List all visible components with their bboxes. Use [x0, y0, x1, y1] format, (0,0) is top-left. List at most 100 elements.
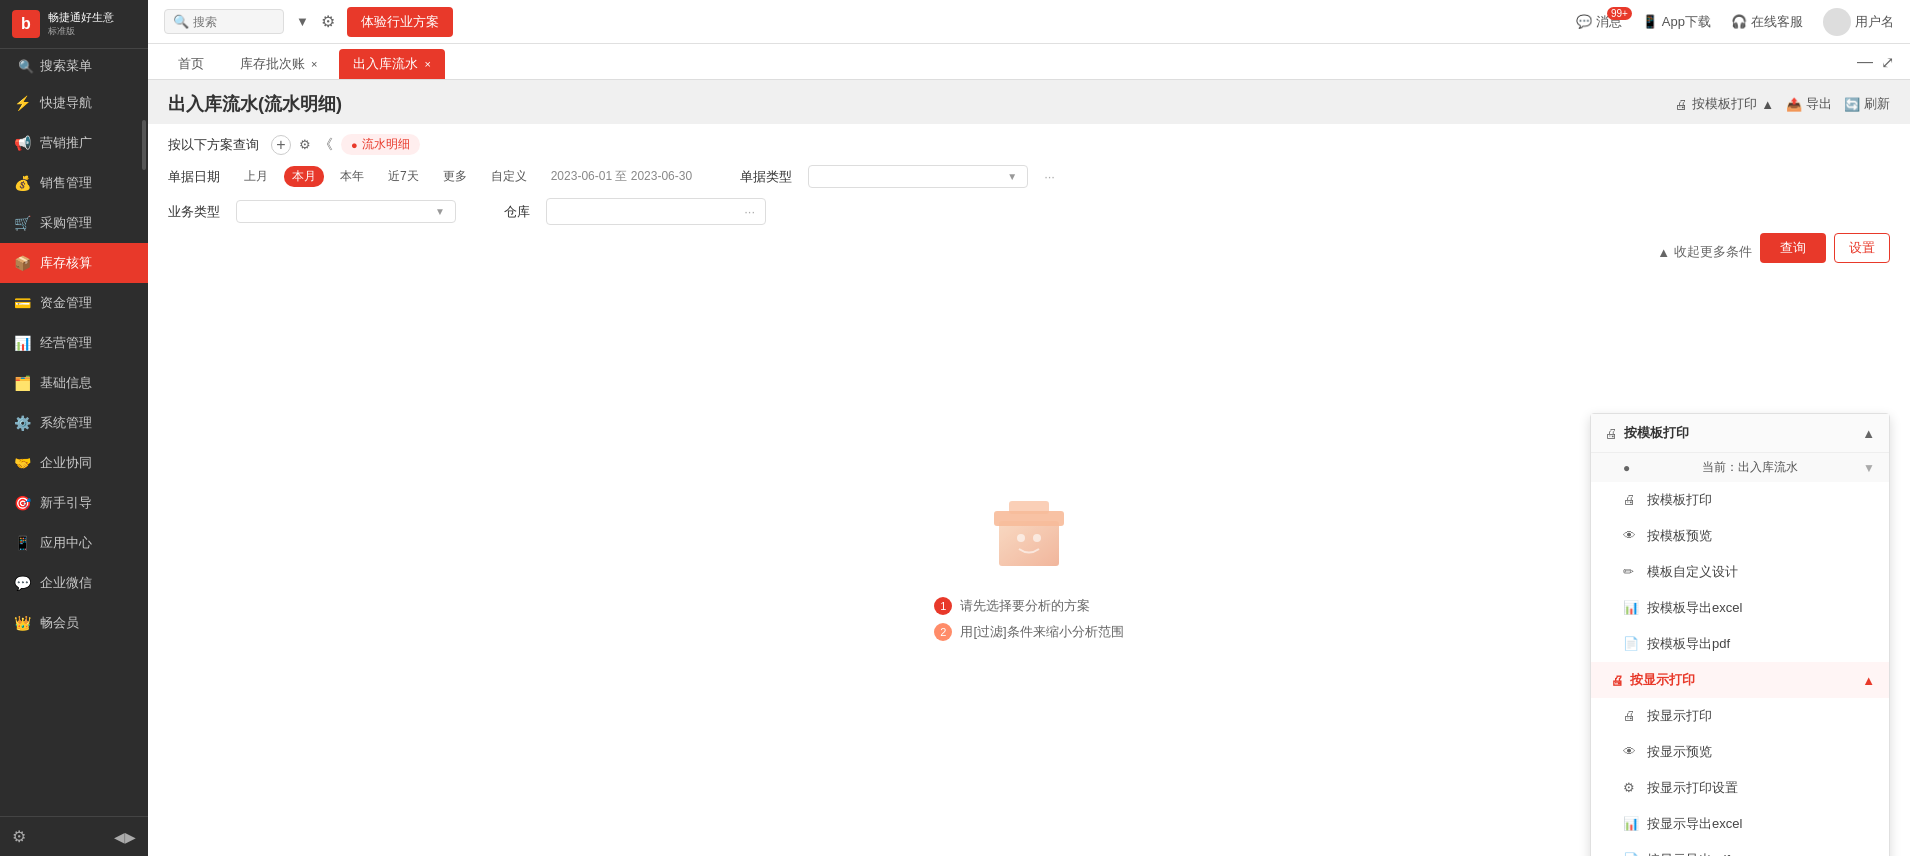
top-bar: 🔍 ▼ ⚙ 体验行业方案 💬 消息 99+ 📱 App下载 🎧: [148, 0, 1910, 44]
sidebar-item-system[interactable]: ⚙️ 系统管理: [0, 403, 148, 443]
filter-section: 按以下方案查询 + ⚙ 《 ● 流水明细 单据日期 上月 本月 本年: [148, 124, 1910, 273]
logo-icon: b: [12, 10, 40, 38]
tab-inventory-batch[interactable]: 库存批次账 ×: [226, 49, 331, 79]
empty-step-1: 1 请先选择要分析的方案: [934, 597, 1123, 615]
dropdown-item-template-excel[interactable]: 📊 按模板导出excel: [1591, 590, 1889, 626]
tab-stock-flow[interactable]: 出入库流水 ×: [339, 49, 444, 79]
setup-button[interactable]: 设置: [1834, 233, 1890, 263]
sidebar-item-inventory[interactable]: 📦 库存核算: [0, 243, 148, 283]
refresh-icon: 🔄: [1844, 97, 1860, 112]
date-filter-row: 单据日期 上月 本月 本年 近7天 更多 自定义 2023-06-01 至 20…: [168, 165, 1890, 188]
user-avatar-item[interactable]: 用户名: [1823, 8, 1894, 36]
query-button[interactable]: 查询: [1760, 233, 1826, 263]
tab-minimize-button[interactable]: —: [1857, 52, 1873, 71]
sidebar-item-wechat[interactable]: 💬 企业微信: [0, 563, 148, 603]
biz-type-select[interactable]: ▼: [236, 200, 456, 223]
tab-stock-flow-close[interactable]: ×: [424, 58, 430, 70]
doc-type-arrow-icon: ▼: [1007, 171, 1017, 182]
sidebar-item-purchase[interactable]: 🛒 采购管理: [0, 203, 148, 243]
display-print-icon: 🖨: [1623, 708, 1639, 724]
svg-rect-2: [1009, 501, 1049, 514]
dropdown-header-icon: 🖨: [1605, 426, 1618, 441]
industry-solution-button[interactable]: 体验行业方案: [347, 7, 453, 37]
filter-add-button[interactable]: +: [271, 135, 291, 155]
headset-icon: 🎧: [1731, 14, 1747, 29]
dropdown-item-display-print[interactable]: 🖨 按显示打印: [1591, 698, 1889, 734]
quick-nav-icon: ⚡: [12, 93, 32, 113]
dropdown-item-display-preview[interactable]: 👁 按显示预览: [1591, 734, 1889, 770]
template-pdf-icon: 📄: [1623, 636, 1639, 652]
sidebar-item-member[interactable]: 👑 畅会员: [0, 603, 148, 643]
message-icon: 💬: [1576, 14, 1592, 29]
page-content: 出入库流水(流水明细) 🖨 按模板打印 ▲ 📤 导出 🔄 刷新: [148, 80, 1910, 856]
user-avatar: [1823, 8, 1851, 36]
date-label: 单据日期: [168, 168, 220, 186]
dropdown-arrow-icon[interactable]: ▼: [296, 14, 309, 29]
sidebar-item-app-center[interactable]: 📱 应用中心: [0, 523, 148, 563]
dropdown-item-display-settings[interactable]: ⚙ 按显示打印设置: [1591, 770, 1889, 806]
topbar-settings-icon[interactable]: ⚙: [321, 12, 335, 31]
tab-home[interactable]: 首页: [164, 49, 218, 79]
sidebar-item-operations[interactable]: 📊 经营管理: [0, 323, 148, 363]
filter-collapse-icon[interactable]: 《: [319, 136, 333, 154]
template-excel-label: 按模板导出excel: [1647, 599, 1742, 617]
dropdown-header-arrow-icon[interactable]: ▲: [1862, 426, 1875, 441]
export-button[interactable]: 📤 导出: [1786, 95, 1832, 113]
sidebar-item-sales[interactable]: 💰 销售管理: [0, 163, 148, 203]
date-btn-custom[interactable]: 自定义: [483, 166, 535, 187]
refresh-button[interactable]: 🔄 刷新: [1844, 95, 1890, 113]
dropdown-item-template-custom[interactable]: ✏ 模板自定义设计: [1591, 554, 1889, 590]
sidebar-item-cooperation[interactable]: 🤝 企业协同: [0, 443, 148, 483]
brand-badge: 标准版: [48, 25, 114, 38]
page-title: 出入库流水(流水明细): [168, 92, 342, 116]
template-preview-label: 按模板预览: [1647, 527, 1712, 545]
date-btn-more[interactable]: 更多: [435, 166, 475, 187]
sidebar-search[interactable]: 🔍 搜索菜单: [0, 49, 148, 83]
print-button[interactable]: 🖨 按模板打印 ▲: [1675, 95, 1774, 113]
online-service-item[interactable]: 🎧 在线客服: [1731, 13, 1803, 31]
search-icon: 🔍: [18, 59, 34, 74]
date-btn-7days[interactable]: 近7天: [380, 166, 427, 187]
sidebar-item-quick-nav[interactable]: ⚡ 快捷导航: [0, 83, 148, 123]
svg-rect-0: [999, 521, 1059, 566]
warehouse-more-icon[interactable]: ···: [744, 204, 755, 219]
settings-gear-icon[interactable]: ⚙: [12, 827, 26, 846]
dropdown-item-display-pdf[interactable]: 📄 按显示导出pdf: [1591, 842, 1889, 856]
date-btn-this-month[interactable]: 本月: [284, 166, 324, 187]
dropdown-item-template-preview[interactable]: 👁 按模板预览: [1591, 518, 1889, 554]
tabs-bar: 首页 库存批次账 × 出入库流水 × — ⤢: [148, 44, 1910, 80]
display-section-icon: 🖨: [1611, 673, 1624, 688]
display-section-header[interactable]: 🖨 按显示打印 ▲: [1591, 662, 1889, 698]
message-badge: 99+: [1607, 7, 1632, 20]
sidebar-item-basic[interactable]: 🗂️ 基础信息: [0, 363, 148, 403]
sidebar-item-guide[interactable]: 🎯 新手引导: [0, 483, 148, 523]
date-btn-this-year[interactable]: 本年: [332, 166, 372, 187]
app-center-icon: 📱: [12, 533, 32, 553]
basic-icon: 🗂️: [12, 373, 32, 393]
sidebar-collapse-icon[interactable]: ◀▶: [114, 829, 136, 845]
tab-inventory-batch-close[interactable]: ×: [311, 58, 317, 70]
step-1-number: 1: [934, 597, 952, 615]
collapse-more-button[interactable]: ▲ 收起更多条件: [1657, 243, 1752, 261]
sidebar-item-marketing[interactable]: 📢 营销推广: [0, 123, 148, 163]
filter-header-row: 按以下方案查询 + ⚙ 《 ● 流水明细: [168, 134, 1890, 155]
sidebar-bottom: ⚙ ◀▶: [0, 816, 148, 856]
message-item[interactable]: 💬 消息 99+: [1576, 13, 1622, 31]
online-service-label: 在线客服: [1751, 13, 1803, 31]
doc-type-select[interactable]: ▼: [808, 165, 1028, 188]
app-download-item[interactable]: 📱 App下载: [1642, 13, 1711, 31]
sidebar-item-finance[interactable]: 💳 资金管理: [0, 283, 148, 323]
collapse-more-label: 收起更多条件: [1674, 243, 1752, 261]
dropdown-item-display-excel[interactable]: 📊 按显示导出excel: [1591, 806, 1889, 842]
dropdown-item-template-print[interactable]: 🖨 按模板打印: [1591, 482, 1889, 518]
search-box[interactable]: 🔍: [164, 9, 284, 34]
filter-settings-icon[interactable]: ⚙: [299, 137, 311, 152]
dropdown-item-template-pdf[interactable]: 📄 按模板导出pdf: [1591, 626, 1889, 662]
doc-type-more-icon[interactable]: ···: [1044, 169, 1055, 184]
nav-label-basic: 基础信息: [40, 374, 136, 392]
date-btn-last-month[interactable]: 上月: [236, 166, 276, 187]
search-input[interactable]: [193, 15, 273, 29]
tab-maximize-button[interactable]: ⤢: [1881, 52, 1894, 71]
filter-chip-stream[interactable]: ● 流水明细: [341, 134, 420, 155]
warehouse-select[interactable]: ···: [546, 198, 766, 225]
